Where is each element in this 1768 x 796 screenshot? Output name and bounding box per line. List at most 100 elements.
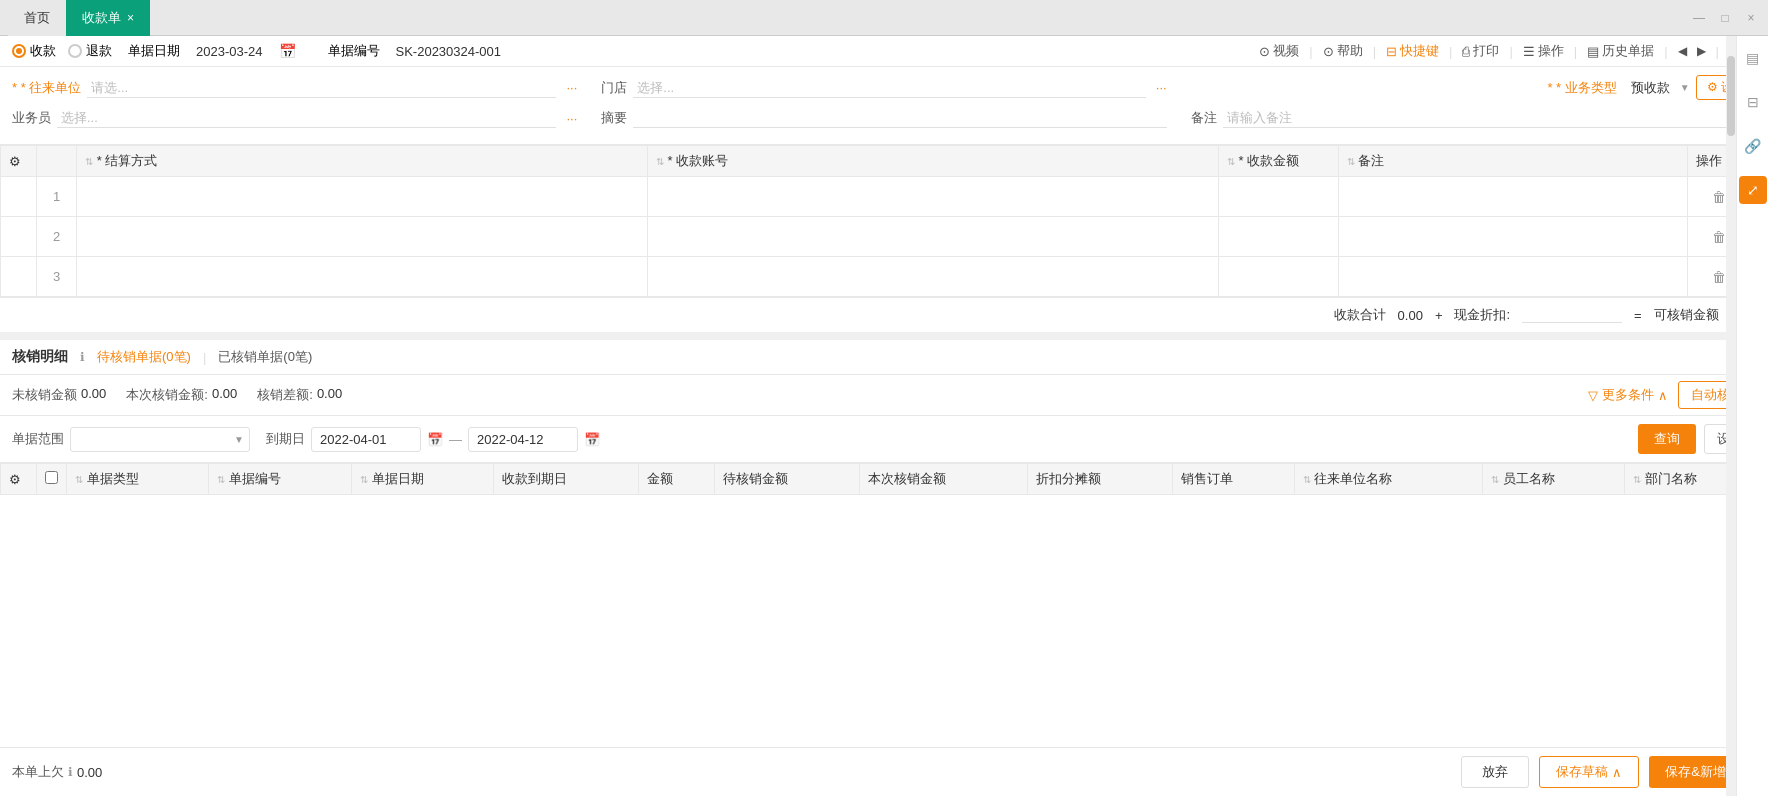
row-gear-3 [1,257,37,297]
row-account-3[interactable] [647,257,1218,297]
verify-order-header: 销售订单 [1172,464,1294,495]
done-tab[interactable]: 已核销单据(0笔) [218,348,312,366]
row-amount-3[interactable] [1218,257,1338,297]
toolbar: 收款 退款 单据日期 2023-03-24 📅 单据编号 SK-20230324… [0,36,1768,67]
start-calendar-icon[interactable]: 📅 [427,432,443,447]
range-select[interactable] [70,427,250,452]
salesperson-input[interactable] [57,108,556,128]
delete-icon-1[interactable]: 🗑 [1712,189,1726,205]
close-button[interactable]: × [1742,9,1760,27]
refund-radio[interactable]: 退款 [68,42,112,60]
pending-tab[interactable]: 待核销单据(0笔) [97,348,191,366]
scrollbar[interactable] [1726,36,1736,796]
business-type-chevron-icon[interactable]: ▼ [1680,82,1690,93]
row-settlement-2[interactable] [77,217,648,257]
row-settlement-3[interactable] [77,257,648,297]
video-button[interactable]: ⊙ 视频 [1259,42,1299,60]
query-button[interactable]: 查询 [1638,424,1696,454]
shortcut-button[interactable]: ⊟ 快捷键 [1386,42,1439,60]
history-icon: ▤ [1587,44,1599,59]
summary-row: 收款合计 0.00 + 现金折扣: = 可核销金额 0.00 [0,297,1768,332]
help-button[interactable]: ⊙ 帮助 [1323,42,1363,60]
sidebar-list-icon[interactable]: ⊟ [1739,88,1767,116]
tab-home[interactable]: 首页 [8,0,66,36]
salesperson-field: 业务员 ··· [12,108,577,128]
verify-filter: 单据范围 ▼ 到期日 📅 — 📅 查询 设置 [0,416,1768,463]
delete-icon-2[interactable]: 🗑 [1712,229,1726,245]
tab-active[interactable]: 收款单 × [66,0,150,36]
prev-page-button[interactable]: ◀ [1678,44,1687,58]
shortcut-icon: ⊟ [1386,44,1397,59]
summary-field: 摘要 [601,108,1166,128]
row-amount-1[interactable] [1218,177,1338,217]
bottom-value: 0.00 [77,765,102,780]
sidebar-expand-icon[interactable]: ⤢ [1739,176,1767,204]
due-date-end-input[interactable] [468,427,578,452]
end-calendar-icon[interactable]: 📅 [584,432,600,447]
history-button[interactable]: ▤ 历史单据 [1587,42,1654,60]
row-account-1[interactable] [647,177,1218,217]
range-label: 单据范围 [12,430,64,448]
diff-value: 0.00 [317,386,342,404]
verify-table-wrap: ⚙ ⇅ 单据类型 ⇅ 单据编号 ⇅ [0,463,1768,747]
more-conditions-chevron-icon: ∧ [1658,388,1668,403]
verify-date-header: ⇅ 单据日期 [351,464,493,495]
tab-close-icon[interactable]: × [127,0,134,36]
tab-bar: 首页 收款单 × — □ × [0,0,1768,36]
counterpart-input[interactable] [87,78,556,98]
sidebar-table-icon[interactable]: ▤ [1739,44,1767,72]
row-account-2[interactable] [647,217,1218,257]
abandon-button[interactable]: 放弃 [1461,756,1529,788]
save-draft-chevron-icon: ∧ [1612,765,1622,780]
verify-counterpart-sort-icon: ⇅ [1303,474,1311,485]
verify-table-header-row: ⚙ ⇅ 单据类型 ⇅ 单据编号 ⇅ [1,464,1768,495]
summary-input[interactable] [633,108,1166,128]
print-button[interactable]: ⎙ 打印 [1462,42,1499,60]
verify-gear-header[interactable]: ⚙ [1,464,37,495]
bottom-label: 本单上欠 [12,763,64,781]
sidebar-link-icon[interactable]: 🔗 [1739,132,1767,160]
row-remark-1[interactable] [1338,177,1687,217]
discount-input[interactable] [1522,307,1622,323]
delete-icon-3[interactable]: 🗑 [1712,269,1726,285]
row-remark-3[interactable] [1338,257,1687,297]
next-page-button[interactable]: ▶ [1697,44,1706,58]
date-sep: — [449,432,462,447]
verify-counterpart-label: 往来单位名称 [1314,471,1392,486]
counterpart-more-icon[interactable]: ··· [566,80,577,95]
pending-tab-label: 待核销单据 [97,349,162,364]
shop-input[interactable] [633,78,1145,98]
save-new-label: 保存&新增 [1665,763,1726,781]
settlement-sort-icon: ⇅ [85,156,93,167]
row-num-1: 1 [37,177,77,217]
current-stat: 本次核销金额: 0.00 [126,386,237,404]
equals-sign: = [1634,308,1642,323]
number-value: SK-20230324-001 [396,44,502,59]
minimize-button[interactable]: — [1690,9,1708,27]
table-gear-header[interactable]: ⚙ [1,146,37,177]
calendar-icon[interactable]: 📅 [279,43,296,59]
salesperson-more-icon[interactable]: ··· [566,111,577,126]
more-conditions-button[interactable]: ▽ 更多条件 ∧ [1588,386,1668,404]
main-container: 收款 退款 单据日期 2023-03-24 📅 单据编号 SK-20230324… [0,36,1768,796]
due-date-start-input[interactable] [311,427,421,452]
scrollbar-thumb[interactable] [1727,56,1735,136]
remark-input[interactable] [1223,108,1756,128]
row-gear-1 [1,177,37,217]
shop-more-icon[interactable]: ··· [1156,80,1167,95]
receipt-radio[interactable]: 收款 [12,42,56,60]
verify-info-icon[interactable]: ℹ [80,350,85,364]
maximize-button[interactable]: □ [1716,9,1734,27]
receipt-total-value: 0.00 [1398,308,1423,323]
current-label: 本次核销金额: [126,386,208,404]
verify-checkbox-header[interactable] [37,464,67,495]
gear-icon: ⚙ [9,154,21,169]
save-draft-button[interactable]: 保存草稿 ∧ [1539,756,1639,788]
bottom-info-icon[interactable]: ℹ [68,765,73,779]
row-remark-2[interactable] [1338,217,1687,257]
row-settlement-1[interactable] [77,177,648,217]
row-amount-2[interactable] [1218,217,1338,257]
operation-button[interactable]: ☰ 操作 [1523,42,1564,60]
select-all-checkbox[interactable] [45,471,58,484]
tab-active-label: 收款单 [82,0,121,36]
